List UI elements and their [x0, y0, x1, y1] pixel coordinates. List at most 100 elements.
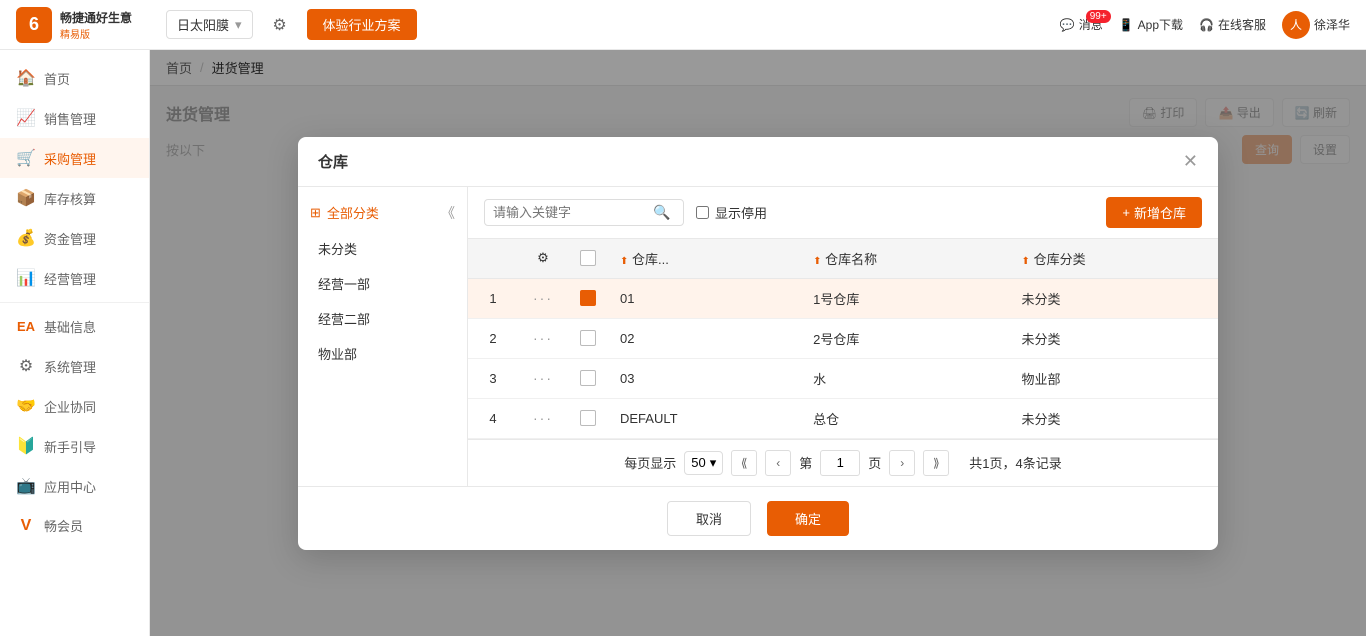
confirm-button[interactable]: 确定 — [767, 501, 849, 536]
cat-item-ops1[interactable]: 经营一部 — [298, 266, 467, 301]
sidebar-item-guide[interactable]: 🔰 新手引导 — [0, 426, 149, 466]
search-input[interactable] — [493, 205, 653, 220]
page-input[interactable] — [820, 450, 860, 476]
user-button[interactable]: 人 徐泽华 — [1282, 11, 1350, 39]
store-name: 日太阳膜 — [177, 15, 229, 34]
row-category: 未分类 — [1010, 318, 1218, 358]
show-disabled-checkbox[interactable] — [696, 206, 709, 219]
prev-page-button[interactable]: ‹ — [765, 450, 791, 476]
row-checkbox[interactable] — [580, 370, 596, 386]
next-page-button[interactable]: › — [889, 450, 915, 476]
modal-toolbar: 🔍 显示停用 + 新增仓库 — [468, 187, 1218, 239]
first-page-button[interactable]: ⟪ — [731, 450, 757, 476]
row-actions[interactable]: ··· — [518, 278, 568, 318]
guide-icon: 🔰 — [16, 436, 36, 456]
row-actions[interactable]: ··· — [518, 398, 568, 438]
table-row[interactable]: 2 ··· 02 2号仓库 未分类 — [468, 318, 1218, 358]
gear-icon: ⚙ — [537, 250, 549, 265]
sidebar-item-label: 新手引导 — [44, 437, 96, 456]
row-index: 3 — [468, 358, 518, 398]
purchase-icon: 🛒 — [16, 148, 36, 168]
sidebar-item-system[interactable]: ⚙ 系统管理 — [0, 346, 149, 386]
row-checkbox-cell[interactable] — [568, 278, 608, 318]
search-input-wrap[interactable]: 🔍 — [484, 199, 684, 226]
select-all-checkbox[interactable] — [580, 250, 596, 266]
row-actions[interactable]: ··· — [518, 358, 568, 398]
cat-item-unclassified[interactable]: 未分类 — [298, 231, 467, 266]
try-industry-button[interactable]: 体验行业方案 — [307, 9, 417, 40]
per-page-value: 50 — [691, 455, 705, 470]
th-code: ⬆ 仓库... — [608, 239, 801, 279]
more-icon: ··· — [533, 410, 553, 426]
per-page-label: 每页显示 — [624, 453, 676, 472]
row-actions[interactable]: ··· — [518, 318, 568, 358]
sort-icon: ⬆ — [813, 256, 821, 267]
table-row[interactable]: 3 ··· 03 水 物业部 — [468, 358, 1218, 398]
sidebar-item-sales[interactable]: 📈 销售管理 — [0, 98, 149, 138]
sidebar-item-finance[interactable]: 💰 资金管理 — [0, 218, 149, 258]
row-code: 01 — [608, 278, 801, 318]
app-download-button[interactable]: 📱 App下载 — [1119, 16, 1183, 33]
sidebar-item-label: 首页 — [44, 69, 70, 88]
online-service-button[interactable]: 🎧 在线客服 — [1199, 16, 1266, 33]
sidebar-item-vip[interactable]: V 畅会员 — [0, 506, 149, 545]
page-unit: 页 — [868, 453, 881, 472]
row-checkbox[interactable] — [580, 330, 596, 346]
row-checkbox[interactable] — [580, 290, 596, 306]
cancel-button[interactable]: 取消 — [667, 501, 751, 536]
sidebar-item-inventory[interactable]: 📦 库存核算 — [0, 178, 149, 218]
row-name: 1号仓库 — [801, 278, 1009, 318]
cat-item-ops2[interactable]: 经营二部 — [298, 301, 467, 336]
more-icon: ··· — [533, 370, 553, 386]
show-disabled-wrap: 显示停用 — [696, 203, 767, 222]
row-checkbox-cell[interactable] — [568, 398, 608, 438]
inventory-icon: 📦 — [16, 188, 36, 208]
chevron-down-icon: ▾ — [710, 455, 717, 471]
sidebar-item-app-center[interactable]: 📺 应用中心 — [0, 466, 149, 506]
page-info: 共1页，4条记录 — [969, 453, 1061, 472]
sidebar-item-purchase[interactable]: 🛒 采购管理 — [0, 138, 149, 178]
settings-button[interactable]: ⚙ — [265, 10, 295, 40]
sidebar-item-basic-info[interactable]: EA 基础信息 — [0, 307, 149, 346]
row-checkbox-cell[interactable] — [568, 318, 608, 358]
search-icon[interactable]: 🔍 — [653, 204, 670, 221]
sidebar-item-enterprise[interactable]: 🤝 企业协同 — [0, 386, 149, 426]
sidebar-item-label: 基础信息 — [44, 317, 96, 336]
vip-icon: V — [16, 517, 36, 535]
collapse-button[interactable]: 《 — [441, 203, 455, 223]
row-category: 未分类 — [1010, 278, 1218, 318]
pagination: 每页显示 50 ▾ ⟪ ‹ 第 页 › ⟫ 共1页 — [468, 439, 1218, 486]
row-checkbox-cell[interactable] — [568, 358, 608, 398]
basic-info-icon: EA — [16, 319, 36, 334]
row-category: 未分类 — [1010, 398, 1218, 438]
row-category: 物业部 — [1010, 358, 1218, 398]
sidebar-item-operations[interactable]: 📊 经营管理 — [0, 258, 149, 298]
modal-body: ⊞ 全部分类 《 未分类 经营一部 经营二部 物业部 — [298, 187, 1218, 486]
row-code: 02 — [608, 318, 801, 358]
modal-close-button[interactable]: ✕ — [1183, 152, 1198, 170]
sort-icon: ⬆ — [620, 256, 628, 267]
sidebar-item-home[interactable]: 🏠 首页 — [0, 58, 149, 98]
table-header-row: ⚙ ⬆ 仓库... — [468, 239, 1218, 279]
modal-title: 仓库 — [318, 151, 348, 172]
row-index: 2 — [468, 318, 518, 358]
table-row[interactable]: 1 ··· 01 1号仓库 未分类 — [468, 278, 1218, 318]
modal-main: 🔍 显示停用 + 新增仓库 — [468, 187, 1218, 486]
th-name-label: 仓库名称 — [825, 252, 877, 267]
th-category: ⬆ 仓库分类 — [1010, 239, 1218, 279]
per-page-select[interactable]: 50 ▾ — [684, 451, 723, 475]
new-warehouse-button[interactable]: + 新增仓库 — [1106, 197, 1202, 228]
store-selector[interactable]: 日太阳膜 ▾ — [166, 10, 253, 39]
last-page-button[interactable]: ⟫ — [923, 450, 949, 476]
th-index — [468, 239, 518, 279]
message-button[interactable]: 💬 消息 99+ — [1060, 16, 1103, 33]
sidebar-item-label: 系统管理 — [44, 357, 96, 376]
page-label: 第 — [799, 453, 812, 472]
table-row[interactable]: 4 ··· DEFAULT 总仓 未分类 — [468, 398, 1218, 438]
th-check — [568, 239, 608, 279]
sidebar: 🏠 首页 📈 销售管理 🛒 采购管理 📦 库存核算 💰 资金管理 📊 经营管理 … — [0, 50, 150, 636]
cat-item-property[interactable]: 物业部 — [298, 336, 467, 371]
row-checkbox[interactable] — [580, 410, 596, 426]
all-categories[interactable]: ⊞ 全部分类 — [310, 203, 379, 222]
sales-icon: 📈 — [16, 108, 36, 128]
